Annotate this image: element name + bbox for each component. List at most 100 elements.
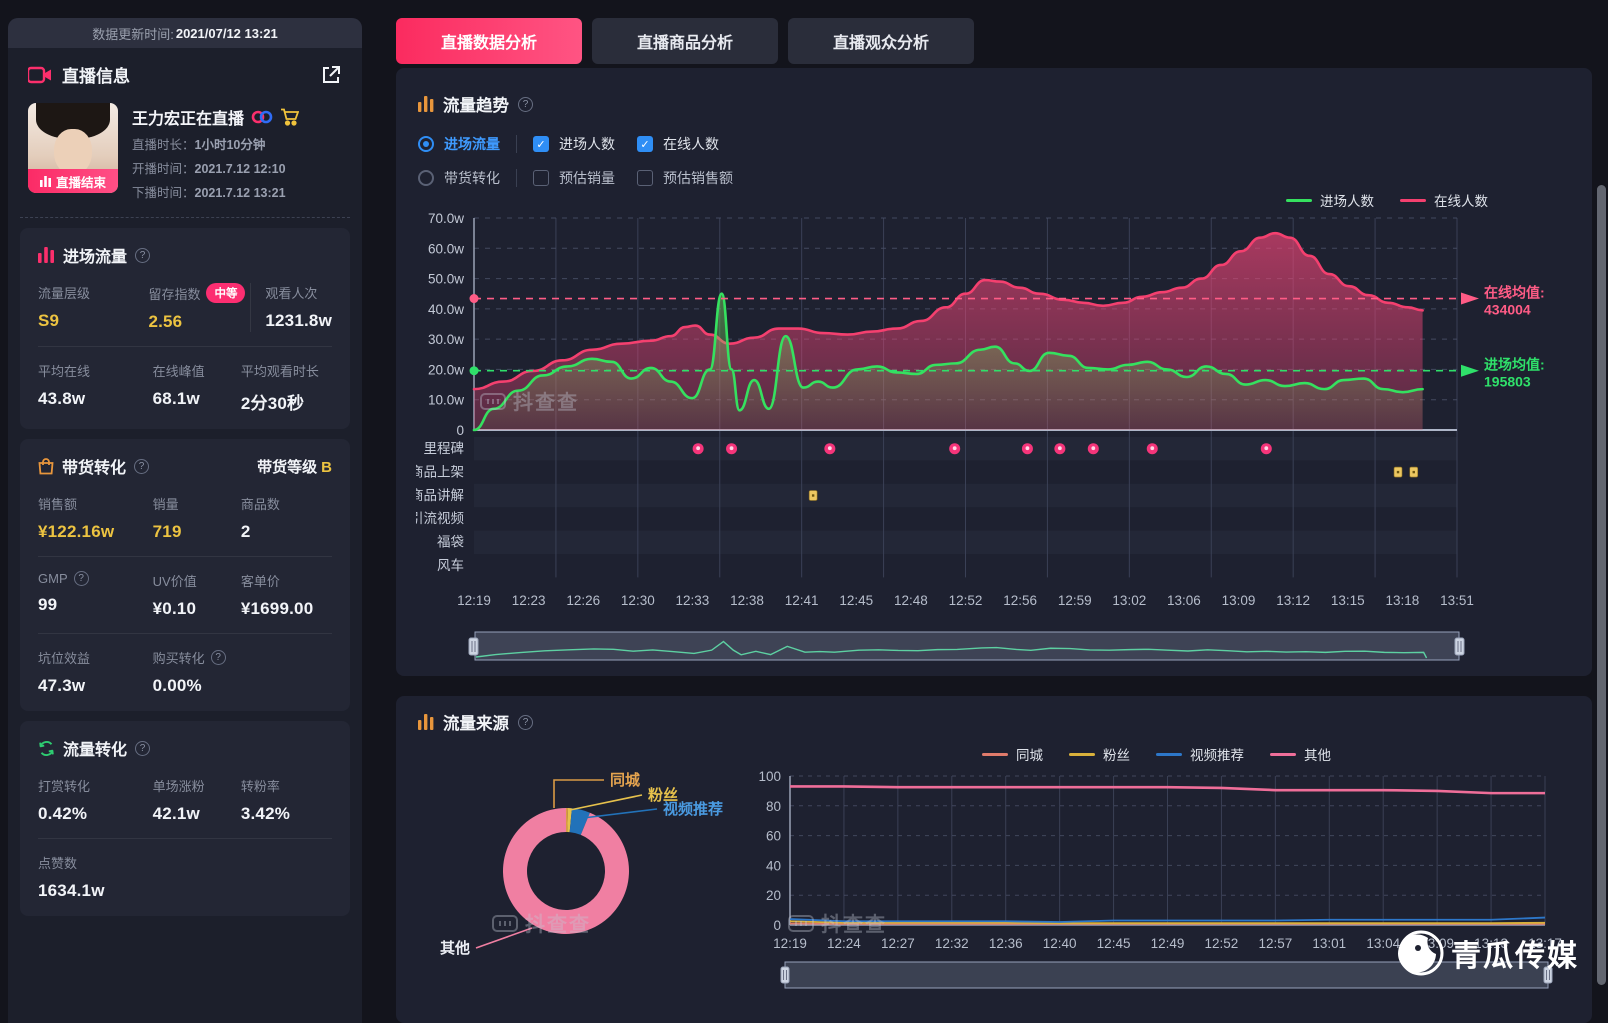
legend-item[interactable]: 粉丝 — [1069, 744, 1130, 764]
metric-label: 单场涨粉 — [152, 779, 205, 794]
tab-3[interactable]: 直播观众分析 — [788, 18, 974, 64]
checkbox-est-revenue-label[interactable]: 预估销售额 — [663, 168, 733, 188]
metric-value: S9 — [38, 311, 60, 330]
brush-handle-right[interactable] — [1454, 637, 1465, 656]
trend-legend: 进场人数 在线人数 — [1286, 190, 1488, 210]
sales-title: 带货转化 — [62, 460, 127, 477]
svg-text:20: 20 — [766, 888, 781, 903]
donut-slice-其他[interactable] — [503, 808, 629, 934]
milestone-marker[interactable] — [949, 443, 961, 455]
donut-label-同城: 同城 — [610, 771, 640, 789]
svg-text:40: 40 — [766, 858, 781, 873]
metric-label: 在线峰值 — [152, 364, 205, 379]
update-time-bar: 数据更新时间: 2021/07/12 13:21 — [8, 18, 362, 48]
legend-item[interactable]: 其他 — [1270, 744, 1331, 764]
svg-text:40.0w: 40.0w — [428, 302, 464, 317]
divider — [20, 217, 350, 218]
help-icon[interactable]: ? — [210, 650, 226, 665]
svg-text:12:19: 12:19 — [773, 936, 807, 951]
milestone-marker[interactable] — [1021, 443, 1033, 455]
metric-value: 68.1w — [152, 389, 200, 408]
external-link-icon[interactable] — [320, 64, 342, 86]
event-marker[interactable] — [1393, 466, 1403, 478]
svg-text:商品讲解: 商品讲解 — [416, 488, 464, 503]
svg-text:20.0w: 20.0w — [428, 362, 464, 377]
metric-value: 1231.8w — [265, 311, 332, 330]
checkbox-enter-count[interactable]: ✓ — [533, 136, 549, 152]
event-marker[interactable] — [1409, 466, 1419, 478]
help-icon[interactable]: ? — [518, 714, 533, 730]
streamer-name[interactable]: 王力宏正在直播 — [132, 105, 244, 129]
checkbox-online-count[interactable]: ✓ — [637, 136, 653, 152]
metric-label: 点赞数 — [38, 856, 78, 871]
brand-logo: 青瓜传媒 — [1398, 930, 1579, 976]
metric-label: 平均观看时长 — [240, 364, 319, 379]
svg-text:80: 80 — [766, 799, 781, 814]
svg-text:12:32: 12:32 — [935, 936, 969, 951]
milestone-marker[interactable] — [1146, 443, 1158, 455]
help-icon[interactable]: ? — [135, 247, 151, 263]
legend-item[interactable]: 同城 — [982, 744, 1043, 764]
svg-text:12:30: 12:30 — [621, 593, 655, 608]
svg-text:12:57: 12:57 — [1258, 936, 1292, 951]
metric-value: ¥1699.00 — [240, 599, 314, 618]
metric-value: 2 — [240, 522, 251, 541]
radio-enter-traffic[interactable] — [418, 136, 434, 152]
milestone-marker[interactable] — [1087, 443, 1099, 455]
metric-label: 观看人次 — [265, 286, 318, 301]
recycle-icon — [39, 740, 54, 756]
donut-label-其他: 其他 — [440, 939, 470, 957]
event-marker[interactable] — [808, 490, 818, 501]
level-badge: 中等 — [206, 283, 246, 303]
milestone-marker[interactable] — [692, 443, 704, 455]
source-legend: 同城 粉丝 视频推荐 其他 — [982, 744, 1331, 764]
checkbox-est-sales-label[interactable]: 预估销量 — [559, 168, 615, 188]
bars-icon — [39, 175, 51, 187]
svg-text:13:15: 13:15 — [1331, 593, 1365, 608]
svg-text:12:45: 12:45 — [839, 593, 873, 608]
tab-2[interactable]: 直播商品分析 — [592, 18, 778, 64]
brush-handle-left[interactable] — [468, 637, 479, 656]
help-icon[interactable]: ? — [73, 571, 89, 586]
trend-brush[interactable] — [468, 631, 1465, 661]
svg-text:434004: 434004 — [1484, 302, 1531, 318]
live-info-title: 直播信息 — [62, 67, 130, 86]
metric-value: 0.00% — [152, 676, 202, 695]
milestone-marker[interactable] — [1260, 443, 1272, 455]
svg-text:13:12: 13:12 — [1276, 593, 1310, 608]
checkbox-est-sales[interactable] — [533, 170, 549, 186]
milestone-marker[interactable] — [726, 443, 738, 455]
cart-icon[interactable] — [280, 108, 300, 126]
legend-item[interactable]: 进场人数 — [1286, 190, 1374, 210]
tab-1[interactable]: 直播数据分析 — [396, 18, 582, 64]
milestone-marker[interactable] — [824, 443, 836, 455]
source-panel-title: 流量来源 — [443, 715, 509, 733]
svg-text:风车: 风车 — [437, 557, 464, 573]
help-icon[interactable]: ? — [134, 458, 150, 474]
link-icon[interactable] — [251, 110, 273, 124]
streamer-avatar[interactable]: 直播结束 — [28, 103, 118, 193]
milestone-marker[interactable] — [1054, 443, 1066, 455]
page-scrollbar[interactable] — [1597, 185, 1606, 985]
bars-icon — [418, 96, 434, 112]
checkbox-online-count-label[interactable]: 在线人数 — [663, 134, 719, 154]
metric-label: 坑位效益 — [38, 651, 91, 666]
radio-sales-conversion[interactable] — [418, 170, 434, 186]
legend-item[interactable]: 在线人数 — [1400, 190, 1488, 210]
help-icon[interactable]: ? — [135, 740, 151, 756]
live-status-badge: 直播结束 — [28, 169, 118, 193]
legend-item[interactable]: 视频推荐 — [1156, 744, 1244, 764]
metric-value: 99 — [38, 595, 58, 614]
help-icon[interactable]: ? — [518, 96, 533, 112]
checkbox-est-revenue[interactable] — [637, 170, 653, 186]
radio-enter-traffic-label[interactable]: 进场流量 — [444, 134, 500, 154]
brush-handle-left[interactable] — [780, 966, 790, 984]
svg-text:60: 60 — [766, 829, 781, 844]
metric-value: 43.8w — [38, 389, 86, 408]
radio-sales-conversion-label[interactable]: 带货转化 — [444, 168, 500, 188]
svg-text:12:38: 12:38 — [730, 593, 764, 608]
metric-value: 47.3w — [38, 676, 86, 695]
checkbox-enter-count-label[interactable]: 进场人数 — [559, 134, 615, 154]
enter-traffic-title: 进场流量 — [63, 249, 128, 266]
trend-chart: 70.0w 60.0w 50.0w 40.0w 30.0w 20.0w 10.0w 0 在线均值… — [416, 211, 1545, 661]
